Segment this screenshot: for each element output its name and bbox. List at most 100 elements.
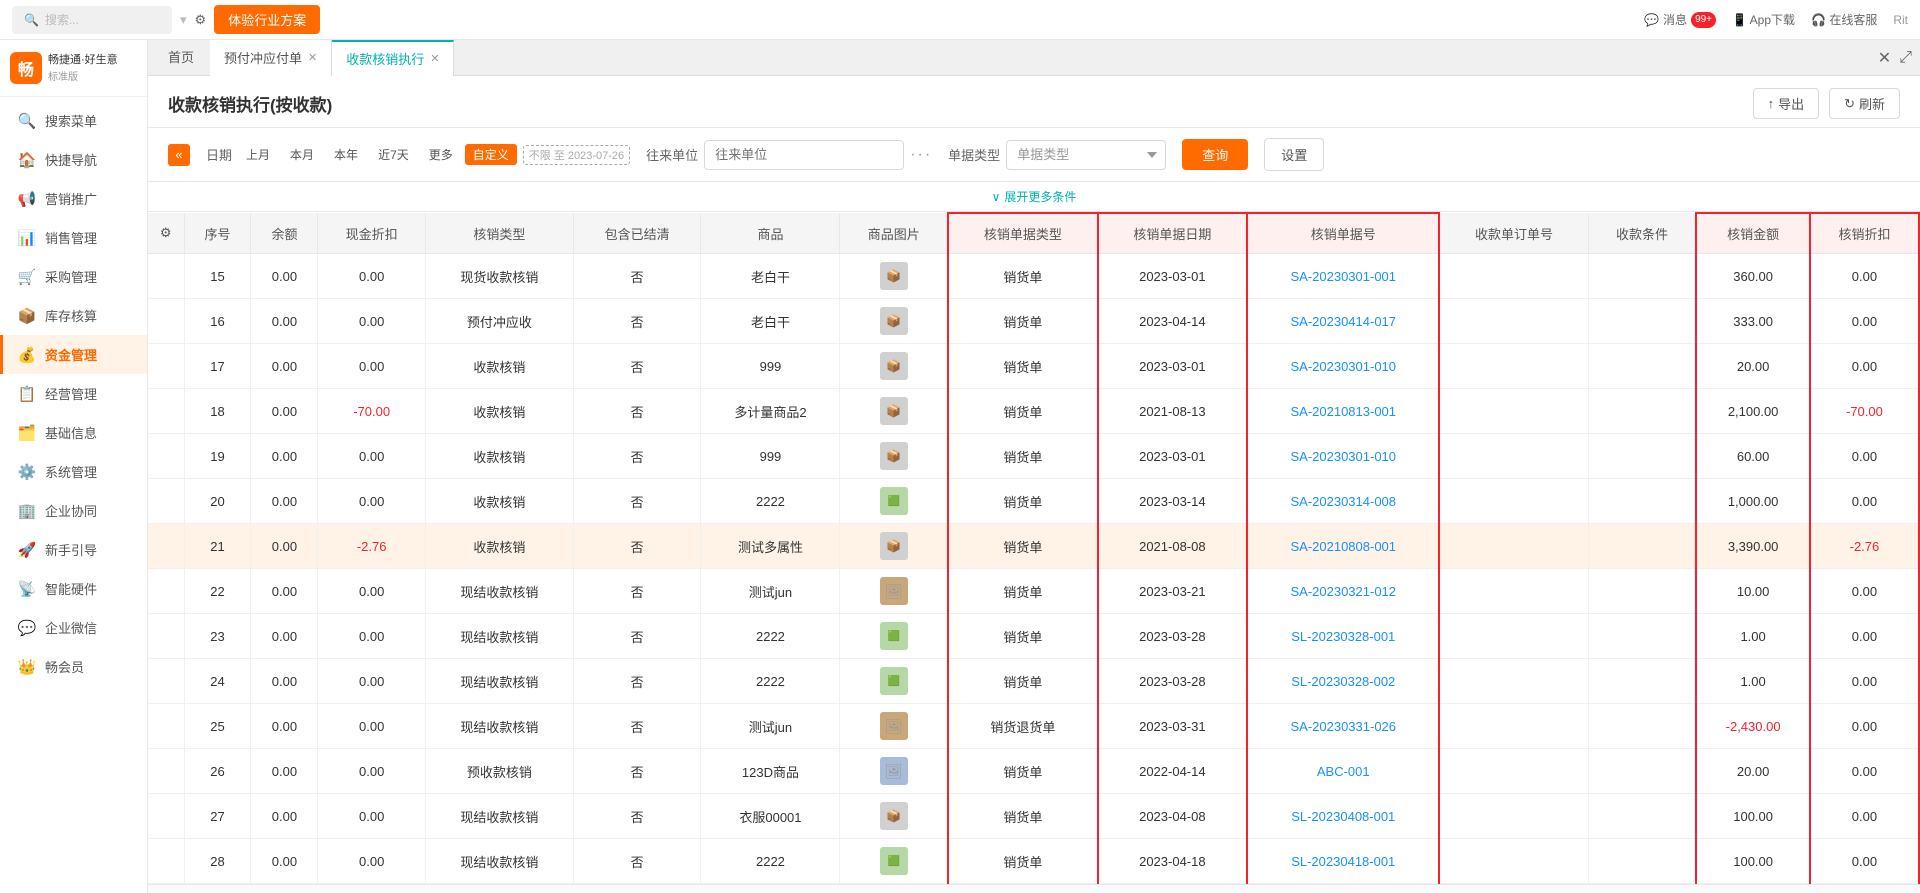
- cell-doc-date: 2022-04-14: [1098, 749, 1247, 794]
- cell-receipt-condition: [1588, 389, 1696, 434]
- export-btn[interactable]: ↑ 导出: [1753, 88, 1820, 119]
- th-cash-discount: 现金折扣: [318, 213, 425, 254]
- cell-offset-type: 现结收款核销: [425, 614, 573, 659]
- doc-no-link[interactable]: SL-20230328-001: [1291, 629, 1395, 644]
- th-offset-type: 核销类型: [425, 213, 573, 254]
- cell-product: 测试jun: [701, 704, 840, 749]
- doc-no-link[interactable]: SA-20230314-008: [1290, 494, 1396, 509]
- table-row: 27 0.00 0.00 现结收款核销 否 衣服00001 📦 销货单 2023…: [148, 794, 1919, 839]
- sidebar-item-quicknav[interactable]: 🏠 快捷导航: [0, 140, 147, 179]
- tab-home[interactable]: 首页: [152, 40, 210, 76]
- doc-no-link[interactable]: SL-20230328-002: [1291, 674, 1395, 689]
- cell-receipt-condition: [1588, 299, 1696, 344]
- fund-icon: 💰: [17, 346, 37, 364]
- sidebar-item-search[interactable]: 🔍 搜索菜单: [0, 101, 147, 140]
- expand-more-btn[interactable]: ∨ 展开更多条件: [168, 182, 1900, 211]
- sidebar-item-enterprise[interactable]: 🏢 企业协同: [0, 491, 147, 530]
- cell-doc-type: 销货单: [948, 479, 1097, 524]
- doctype-label: 单据类型: [948, 145, 1000, 164]
- user-area[interactable]: Rit: [1893, 13, 1908, 27]
- sidebar-item-newbie[interactable]: 🚀 新手引导: [0, 530, 147, 569]
- date-shortcut-last-month[interactable]: 上月: [238, 144, 278, 165]
- date-range: 不限 至 2023-07-26: [523, 145, 630, 165]
- refresh-btn[interactable]: ↻ 刷新: [1829, 88, 1900, 119]
- cell-settings: [148, 569, 184, 614]
- query-btn[interactable]: 查询: [1182, 139, 1248, 170]
- tab-receipt-close[interactable]: ✕: [430, 52, 439, 65]
- cell-doc-no: SA-20230321-012: [1247, 569, 1439, 614]
- cell-product: 老白干: [701, 299, 840, 344]
- message-btn[interactable]: 💬 消息 99+: [1644, 11, 1716, 28]
- online-service-btn[interactable]: 🎧 在线客服: [1811, 11, 1877, 28]
- cell-cash-discount: 0.00: [318, 839, 425, 884]
- sidebar-item-purchase[interactable]: 🛒 采购管理: [0, 257, 147, 296]
- app-download-btn[interactable]: 📱 App下载: [1732, 11, 1795, 28]
- cell-receipt-condition: [1588, 344, 1696, 389]
- tab-expand-icon[interactable]: ⤢: [1899, 49, 1912, 67]
- cell-receipt-order-no: [1439, 524, 1588, 569]
- page-title: 收款核销执行(按收款): [168, 91, 332, 116]
- doc-no-link[interactable]: SA-20230414-017: [1290, 314, 1396, 329]
- doc-no-link[interactable]: SA-20210808-001: [1290, 539, 1396, 554]
- dropdown-icon[interactable]: ▾: [180, 12, 187, 28]
- cell-doc-date: 2023-03-28: [1098, 659, 1247, 704]
- doc-no-link[interactable]: SA-20230331-026: [1290, 719, 1396, 734]
- filter-collapse-btn[interactable]: «: [168, 144, 190, 166]
- cell-receipt-condition: [1588, 704, 1696, 749]
- sidebar-item-marketing[interactable]: 📢 营销推广: [0, 179, 147, 218]
- sidebar-item-basicinfo[interactable]: 🗂️ 基础信息: [0, 413, 147, 452]
- table-row: 24 0.00 0.00 现结收款核销 否 2222 🟩 销货单 2023-03…: [148, 659, 1919, 704]
- table-row: 20 0.00 0.00 收款核销 否 2222 🟩 销货单 2023-03-1…: [148, 479, 1919, 524]
- cell-doc-date: 2023-03-01: [1098, 344, 1247, 389]
- trial-btn[interactable]: 体验行业方案: [214, 5, 320, 34]
- cell-product-img: 🖼: [840, 749, 948, 794]
- sidebar-item-fund[interactable]: 💰 资金管理: [0, 335, 147, 374]
- sidebar-item-sysmgmt[interactable]: ⚙️ 系统管理: [0, 452, 147, 491]
- date-shortcut-more[interactable]: 更多: [421, 144, 461, 165]
- sidebar-item-inventory[interactable]: 📦 库存核算: [0, 296, 147, 335]
- tab-bar: 首页 预付冲应付单 ✕ 收款核销执行 ✕ ✕ ⤢: [148, 40, 1920, 76]
- doc-no-link[interactable]: SA-20230321-012: [1290, 584, 1396, 599]
- sidebar-item-bizmgmt[interactable]: 📋 经营管理: [0, 374, 147, 413]
- bizmgmt-icon: 📋: [17, 385, 37, 403]
- doc-no-link[interactable]: SA-20210813-001: [1290, 404, 1396, 419]
- cell-included-closed: 否: [573, 254, 701, 299]
- cell-doc-type: 销货单: [948, 569, 1097, 614]
- tab-prepay-close[interactable]: ✕: [308, 51, 317, 64]
- cell-seq: 25: [184, 704, 251, 749]
- doc-no-link[interactable]: SA-20230301-010: [1290, 449, 1396, 464]
- sidebar-item-sales[interactable]: 📊 销售管理: [0, 218, 147, 257]
- doc-no-link[interactable]: SA-20230301-010: [1290, 359, 1396, 374]
- date-shortcut-custom[interactable]: 自定义: [465, 144, 517, 165]
- doctype-select[interactable]: 单据类型: [1006, 140, 1166, 170]
- top-search-box[interactable]: 🔍 搜索...: [12, 6, 172, 34]
- tab-close-icon[interactable]: ✕: [1878, 48, 1891, 68]
- doc-no-link[interactable]: ABC-001: [1317, 764, 1370, 779]
- cell-balance: 0.00: [251, 524, 318, 569]
- doc-no-link[interactable]: SL-20230408-001: [1291, 809, 1395, 824]
- doc-no-link[interactable]: SL-20230418-001: [1291, 854, 1395, 869]
- sidebar-item-wechat[interactable]: 💬 企业微信: [0, 608, 147, 647]
- basicinfo-icon: 🗂️: [17, 424, 37, 442]
- main-layout: 畅 畅捷通·好生意 标准版 🔍 搜索菜单 🏠 快捷导航 📢 营销推广 📊 销售管…: [0, 40, 1920, 893]
- cell-included-closed: 否: [573, 389, 701, 434]
- tab-receipt[interactable]: 收款核销执行 ✕: [332, 40, 454, 76]
- th-settings[interactable]: ⚙: [148, 213, 184, 254]
- smarthw-icon: 📡: [17, 580, 37, 598]
- dots-icon[interactable]: ···: [910, 146, 932, 164]
- counterpart-input[interactable]: [704, 140, 904, 170]
- date-shortcut-this-month[interactable]: 本月: [282, 144, 322, 165]
- date-shortcut-this-year[interactable]: 本年: [326, 144, 366, 165]
- tab-prepay[interactable]: 预付冲应付单 ✕: [210, 40, 332, 76]
- date-shortcut-7days[interactable]: 近7天: [370, 144, 417, 165]
- cell-receipt-condition: [1588, 434, 1696, 479]
- doc-no-link[interactable]: SA-20230301-001: [1290, 269, 1396, 284]
- gear-icon[interactable]: ⚙: [195, 12, 207, 28]
- filter-settings-btn[interactable]: 设置: [1264, 138, 1324, 171]
- sidebar-item-smarthw[interactable]: 📡 智能硬件: [0, 569, 147, 608]
- cell-seq: 16: [184, 299, 251, 344]
- cell-product: 999: [701, 434, 840, 479]
- cell-offset-amount: 20.00: [1696, 749, 1810, 794]
- cell-product: 2222: [701, 479, 840, 524]
- sidebar-item-member[interactable]: 👑 畅会员: [0, 647, 147, 686]
